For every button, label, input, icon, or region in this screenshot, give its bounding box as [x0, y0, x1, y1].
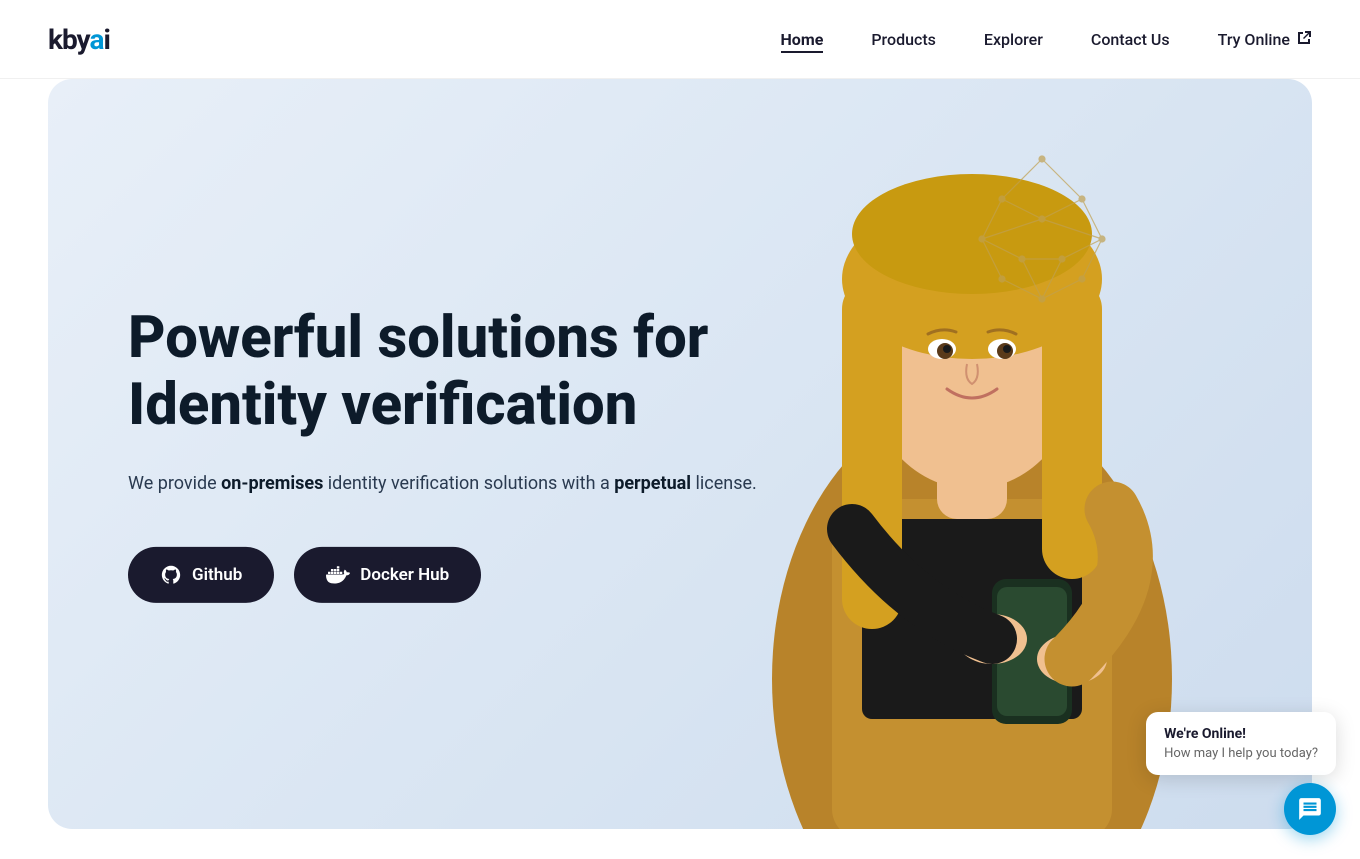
- navbar: kbyai Home Products Explorer Contact Us …: [0, 0, 1360, 79]
- nav-link-contact[interactable]: Contact Us: [1091, 30, 1170, 49]
- chat-open-button[interactable]: [1284, 783, 1336, 835]
- nav-item-contact[interactable]: Contact Us: [1091, 30, 1170, 49]
- hero-title: Powerful solutions for Identity verifica…: [128, 305, 757, 438]
- nav-link-try-online[interactable]: Try Online: [1218, 30, 1312, 49]
- hero-buttons: Github Docker Hub: [128, 547, 757, 603]
- nav-item-try-online[interactable]: Try Online: [1218, 30, 1312, 49]
- chat-prompt: How may I help you today?: [1164, 746, 1318, 761]
- nav-item-products[interactable]: Products: [871, 30, 936, 49]
- external-link-icon: [1296, 30, 1312, 49]
- chat-icon: [1297, 796, 1323, 822]
- chat-status: We're Online!: [1164, 726, 1318, 742]
- github-icon: [160, 564, 182, 586]
- nav-links: Home Products Explorer Contact Us Try On…: [781, 30, 1313, 49]
- hero-section: Powerful solutions for Identity verifica…: [48, 79, 1312, 829]
- docker-icon: [326, 563, 350, 587]
- nav-link-home[interactable]: Home: [781, 30, 824, 53]
- logo[interactable]: kbyai: [48, 23, 110, 56]
- docker-hub-button[interactable]: Docker Hub: [294, 547, 481, 603]
- nav-item-explorer[interactable]: Explorer: [984, 30, 1043, 49]
- hero-description: We provide on-premises identity verifica…: [128, 470, 757, 499]
- chat-widget: We're Online! How may I help you today?: [1146, 712, 1336, 835]
- chat-bubble: We're Online! How may I help you today?: [1146, 712, 1336, 775]
- nav-link-products[interactable]: Products: [871, 30, 936, 49]
- nav-item-home[interactable]: Home: [781, 30, 824, 49]
- nav-link-explorer[interactable]: Explorer: [984, 30, 1043, 49]
- github-button[interactable]: Github: [128, 547, 274, 603]
- hero-content: Powerful solutions for Identity verifica…: [128, 305, 757, 603]
